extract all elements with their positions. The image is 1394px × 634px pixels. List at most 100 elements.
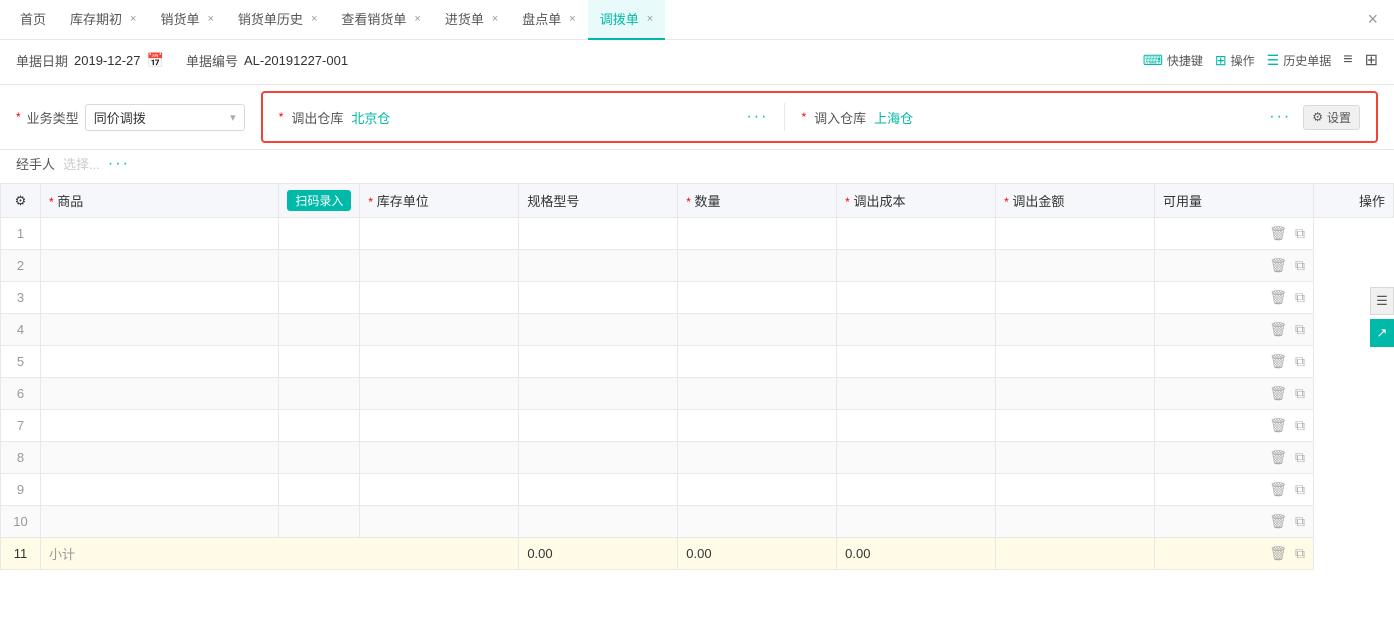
row-available[interactable] [996, 474, 1155, 506]
row-spec[interactable] [360, 314, 519, 346]
row-spec[interactable] [360, 474, 519, 506]
row-amount[interactable] [837, 346, 996, 378]
tab-inventory-check[interactable]: 盘点单 × [510, 0, 587, 40]
row-cost[interactable] [678, 506, 837, 538]
delete-row-button[interactable]: 🗑 [1269, 289, 1287, 306]
row-amount[interactable] [837, 378, 996, 410]
row-product[interactable] [41, 314, 279, 346]
history-button[interactable]: ☰ 历史单据 [1267, 52, 1332, 69]
row-cost[interactable] [678, 282, 837, 314]
row-available[interactable] [996, 314, 1155, 346]
delete-row-button[interactable]: 🗑 [1269, 481, 1287, 498]
row-qty[interactable] [519, 314, 678, 346]
row-qty[interactable] [519, 250, 678, 282]
row-available[interactable] [996, 282, 1155, 314]
row-product[interactable] [41, 506, 279, 538]
row-spec[interactable] [360, 410, 519, 442]
row-qty[interactable] [519, 442, 678, 474]
delete-row-button[interactable]: 🗑 [1269, 257, 1287, 274]
row-qty[interactable] [519, 410, 678, 442]
copy-row-button[interactable]: ⧉ [1295, 225, 1305, 242]
row-qty[interactable] [519, 474, 678, 506]
tab-view-sales[interactable]: 查看销货单 × [329, 0, 432, 40]
business-type-select[interactable]: 同价调拨 ▾ [85, 104, 245, 131]
row-spec[interactable] [360, 282, 519, 314]
out-warehouse-more[interactable]: ··· [746, 108, 768, 126]
row-amount[interactable] [837, 474, 996, 506]
row-available[interactable] [996, 218, 1155, 250]
side-external-button[interactable]: ↗ [1370, 319, 1394, 347]
row-unit[interactable] [279, 410, 360, 442]
row-available[interactable] [996, 378, 1155, 410]
row-available[interactable] [996, 506, 1155, 538]
copy-row-button[interactable]: ⧉ [1295, 321, 1305, 338]
row-available[interactable] [996, 442, 1155, 474]
row-qty[interactable] [519, 346, 678, 378]
row-unit[interactable] [279, 442, 360, 474]
tab-inventory-init[interactable]: 库存期初 × [58, 0, 148, 40]
row-product[interactable] [41, 378, 279, 410]
tab-close-transfer-order[interactable]: × [647, 13, 653, 25]
row-amount[interactable] [837, 282, 996, 314]
row-product[interactable] [41, 442, 279, 474]
side-list-button[interactable]: ☰ [1370, 287, 1394, 315]
row-spec[interactable] [360, 250, 519, 282]
copy-row-button[interactable]: ⧉ [1295, 289, 1305, 306]
row-available[interactable] [996, 410, 1155, 442]
row-cost[interactable] [678, 378, 837, 410]
row-amount[interactable] [837, 442, 996, 474]
row-cost[interactable] [678, 442, 837, 474]
row-cost[interactable] [678, 474, 837, 506]
row-cost[interactable] [678, 314, 837, 346]
row-spec[interactable] [360, 442, 519, 474]
row-amount[interactable] [837, 250, 996, 282]
in-warehouse-more[interactable]: ··· [1269, 108, 1291, 126]
tab-close-view-sales[interactable]: × [414, 13, 420, 25]
copy-row-button[interactable]: ⧉ [1295, 385, 1305, 402]
row-unit[interactable] [279, 314, 360, 346]
copy-row-button[interactable]: ⧉ [1295, 353, 1305, 370]
row-available[interactable] [996, 250, 1155, 282]
copy-row-button[interactable]: ⧉ [1295, 257, 1305, 274]
row-product[interactable] [41, 474, 279, 506]
tab-close-sales-history[interactable]: × [311, 13, 317, 25]
row-unit[interactable] [279, 282, 360, 314]
copy-subtotal-button[interactable]: ⧉ [1295, 545, 1305, 562]
row-cost[interactable] [678, 218, 837, 250]
row-available[interactable] [996, 346, 1155, 378]
row-amount[interactable] [837, 410, 996, 442]
person-select[interactable]: 选择... [63, 154, 100, 173]
row-unit[interactable] [279, 378, 360, 410]
row-product[interactable] [41, 346, 279, 378]
tab-close-sales-order[interactable]: × [207, 13, 213, 25]
delete-row-button[interactable]: 🗑 [1269, 449, 1287, 466]
row-qty[interactable] [519, 378, 678, 410]
view-toggle-list[interactable]: ≡ [1343, 51, 1352, 69]
row-cost[interactable] [678, 346, 837, 378]
tab-sales-history[interactable]: 销货单历史 × [226, 0, 329, 40]
delete-row-button[interactable]: 🗑 [1269, 353, 1287, 370]
row-spec[interactable] [360, 378, 519, 410]
row-product[interactable] [41, 410, 279, 442]
row-cost[interactable] [678, 410, 837, 442]
row-unit[interactable] [279, 474, 360, 506]
row-spec[interactable] [360, 218, 519, 250]
tab-sales-order[interactable]: 销货单 × [148, 0, 225, 40]
row-unit[interactable] [279, 218, 360, 250]
tab-home[interactable]: 首页 [8, 0, 58, 40]
row-unit[interactable] [279, 346, 360, 378]
delete-row-button[interactable]: 🗑 [1269, 417, 1287, 434]
row-spec[interactable] [360, 506, 519, 538]
tab-close-purchase-order[interactable]: × [492, 13, 498, 25]
delete-subtotal-button[interactable]: 🗑 [1269, 545, 1287, 562]
tab-close-inventory-init[interactable]: × [130, 13, 136, 25]
row-product[interactable] [41, 218, 279, 250]
tab-transfer-order[interactable]: 调拨单 × [588, 0, 665, 40]
row-product[interactable] [41, 282, 279, 314]
delete-row-button[interactable]: 🗑 [1269, 225, 1287, 242]
row-amount[interactable] [837, 314, 996, 346]
th-gear[interactable]: ⚙ [1, 184, 41, 218]
row-spec[interactable] [360, 346, 519, 378]
scan-button[interactable]: 扫码录入 [287, 190, 351, 211]
row-amount[interactable] [837, 506, 996, 538]
